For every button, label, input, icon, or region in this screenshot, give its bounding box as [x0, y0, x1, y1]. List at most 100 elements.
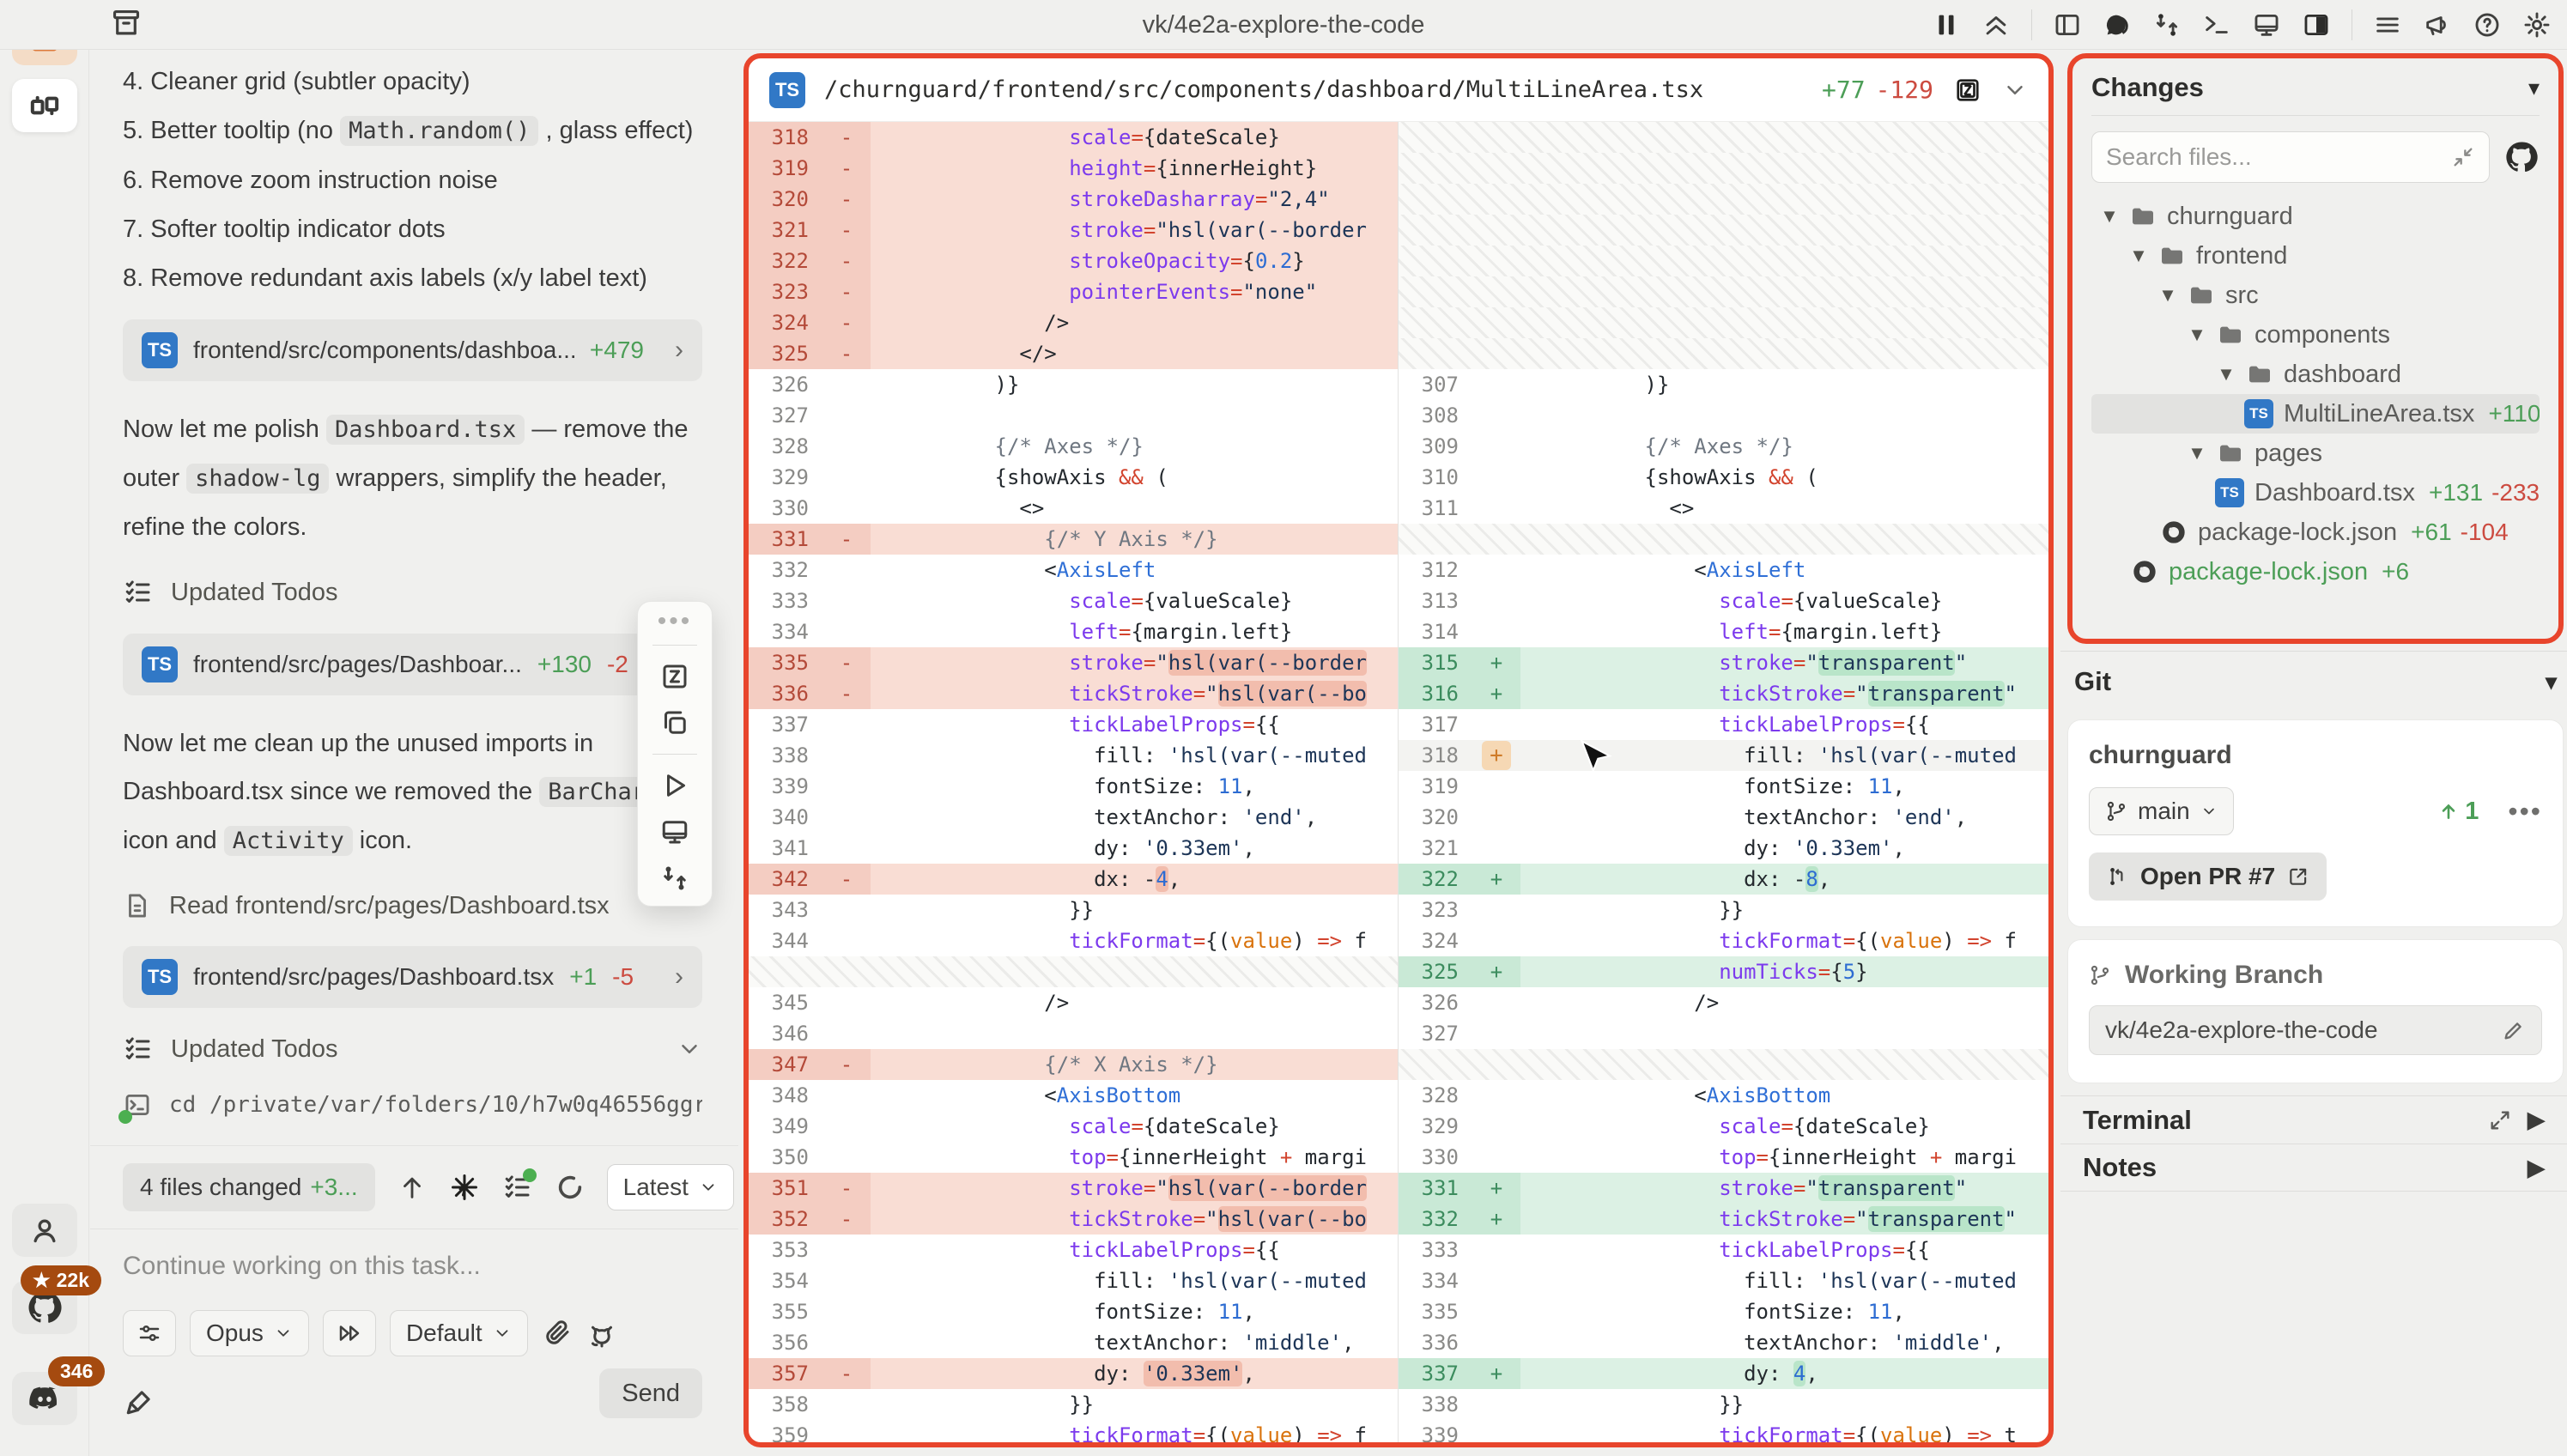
tool-call-row[interactable]: cd /private/var/folders/10/h7w0q46556ggr… — [123, 1090, 702, 1119]
composer-input[interactable] — [123, 1252, 702, 1281]
tree-folder-components[interactable]: ▼components — [2091, 315, 2540, 355]
monitor-icon[interactable] — [2252, 10, 2281, 39]
code-line: top={innerHeight + margi — [1520, 1142, 2048, 1173]
tree-caret-icon[interactable]: ▼ — [2184, 442, 2210, 464]
terminal-icon[interactable] — [2202, 10, 2231, 39]
collapse-chevron-icon[interactable] — [2002, 77, 2028, 103]
github-cat-icon[interactable] — [586, 1318, 617, 1349]
tool-call-row[interactable]: Updated Todos — [123, 577, 702, 608]
todo-list-item: 5. Better tooltip (no Math.random() , gl… — [123, 113, 702, 149]
pause-icon[interactable] — [1932, 10, 1961, 39]
help-icon[interactable] — [2473, 10, 2502, 39]
diff-new-row: 336 textAnchor: 'middle', — [1399, 1327, 2048, 1358]
code-line: }} — [871, 895, 1398, 925]
send-button[interactable]: Send — [599, 1368, 702, 1418]
search-files-input[interactable] — [2106, 143, 2451, 171]
more-options-icon[interactable]: ••• — [2508, 796, 2542, 828]
code-line: scale={dateScale} — [871, 122, 1398, 153]
github-cat-icon[interactable] — [2503, 139, 2540, 175]
file-change-chip[interactable]: TSfrontend/src/components/dashboa...+479… — [123, 319, 702, 381]
latest-dropdown[interactable]: Latest — [607, 1164, 734, 1210]
tool-call-row[interactable]: Updated Todos — [123, 1034, 702, 1065]
chat-bubble-icon[interactable] — [2103, 10, 2132, 39]
file-change-chip[interactable]: TSfrontend/src/pages/Dashboar...+130-2 — [123, 634, 702, 695]
edit-diff-icon[interactable] — [659, 661, 690, 692]
rail-item-board[interactable] — [12, 79, 77, 132]
files-changed-pill[interactable]: 4 files changed +3... — [123, 1163, 375, 1211]
expand-icon[interactable] — [2488, 1108, 2512, 1132]
line-number: 316 — [1399, 678, 1472, 709]
tool-call-row[interactable]: Read frontend/src/pages/Dashboard.tsx — [123, 891, 702, 920]
tree-folder-frontend[interactable]: ▼frontend — [2091, 236, 2540, 276]
collapse-all-icon[interactable] — [1981, 10, 2011, 39]
play-icon[interactable] — [659, 770, 690, 801]
tree-file-package-lock.json[interactable]: package-lock.json+61-104 — [2091, 513, 2540, 552]
line-number: 325 — [749, 338, 822, 369]
diff-old-row: 347- {/* X Axis */} — [749, 1049, 1398, 1080]
megaphone-icon[interactable] — [2423, 10, 2452, 39]
tree-folder-churnguard[interactable]: ▼churnguard — [2091, 197, 2540, 236]
copy-icon[interactable] — [659, 707, 690, 738]
tree-folder-dashboard[interactable]: ▼dashboard — [2091, 355, 2540, 394]
collapse-tree-icon[interactable] — [2451, 145, 2475, 169]
mode-dropdown[interactable]: Default — [390, 1310, 528, 1356]
drag-handle-dots[interactable]: ••• — [658, 614, 693, 629]
working-branch-input[interactable]: vk/4e2a-explore-the-code — [2089, 1005, 2542, 1055]
add-comment-button[interactable]: + — [1482, 741, 1511, 770]
panel-right-icon[interactable] — [2302, 10, 2331, 39]
tree-caret-icon[interactable]: ▼ — [2213, 363, 2239, 385]
line-number: 355 — [749, 1296, 822, 1327]
code-line: stroke="transparent" — [1520, 647, 2048, 678]
expand-chevron-icon[interactable]: ▶ — [2528, 1155, 2545, 1181]
tree-file-Dashboard.tsx[interactable]: TSDashboard.tsx+131-233 — [2091, 473, 2540, 513]
git-compare-icon[interactable] — [2152, 10, 2182, 39]
terminal-section-header[interactable]: Terminal ▶ — [2060, 1095, 2567, 1144]
tree-file-MultiLineArea.tsx[interactable]: TSMultiLineArea.tsx+110-162 — [2091, 394, 2540, 434]
mouse-cursor — [1580, 740, 1612, 778]
file-chip-name: frontend/src/pages/Dashboard.tsx — [193, 963, 554, 991]
panel-left-icon[interactable] — [2053, 10, 2082, 39]
edit-pencil-icon[interactable] — [2502, 1018, 2526, 1042]
diff-old-row: 353 tickLabelProps={{ — [749, 1235, 1398, 1265]
file-tree: ▼churnguard▼frontend▼src▼components▼dash… — [2091, 197, 2540, 592]
tree-caret-icon[interactable]: ▼ — [2097, 205, 2122, 228]
file-change-chip[interactable]: TSfrontend/src/pages/Dashboard.tsx+1-5› — [123, 946, 702, 1008]
diff-old-row: 328 {/* Axes */} — [749, 431, 1398, 462]
monitor-icon[interactable] — [659, 816, 690, 847]
expand-chevron-icon[interactable]: ▶ — [2528, 1107, 2545, 1133]
tree-folder-pages[interactable]: ▼pages — [2091, 434, 2540, 473]
diff-new-row: 314 left={margin.left} — [1399, 616, 2048, 647]
branch-dropdown[interactable]: main — [2089, 787, 2234, 835]
code-line: dy: '0.33em', — [1520, 833, 2048, 864]
tree-folder-src[interactable]: ▼src — [2091, 276, 2540, 315]
search-files-box[interactable] — [2091, 131, 2490, 183]
diff-new-row: 310 {showAxis && ( — [1399, 462, 2048, 493]
git-compare-icon[interactable] — [659, 863, 690, 894]
model-dropdown[interactable]: Opus — [190, 1310, 309, 1356]
github-stars-badge: ★22k — [21, 1265, 101, 1295]
tree-caret-icon[interactable]: ▼ — [2126, 245, 2151, 267]
tree-file-package-lock.json[interactable]: package-lock.json+6 — [2091, 552, 2540, 592]
line-number: 321 — [1399, 833, 1472, 864]
tree-caret-icon[interactable]: ▼ — [2155, 284, 2181, 306]
git-section-header[interactable]: Git ▾ — [2067, 658, 2564, 706]
menu-icon[interactable] — [2373, 10, 2402, 39]
chevron-down-icon[interactable] — [677, 1036, 702, 1062]
fast-forward-button[interactable] — [323, 1310, 376, 1356]
scroll-up-icon[interactable] — [397, 1173, 427, 1202]
notes-section-header[interactable]: Notes ▶ — [2060, 1144, 2567, 1192]
composer-settings-button[interactable] — [123, 1310, 176, 1356]
burst-icon[interactable] — [449, 1172, 480, 1203]
highlighter-pen-icon[interactable] — [123, 1386, 155, 1418]
tree-caret-icon[interactable]: ▼ — [2184, 324, 2210, 346]
running-dot — [118, 1110, 132, 1124]
open-pr-button[interactable]: Open PR #7 — [2089, 852, 2327, 901]
settings-gear-icon[interactable] — [2522, 10, 2552, 39]
diff-gap-row — [1399, 246, 2048, 276]
diff-view-icon[interactable] — [1952, 75, 1983, 106]
rail-user-button[interactable] — [12, 1204, 77, 1257]
collapse-triangle-icon[interactable]: ▾ — [2528, 75, 2540, 101]
line-number: 348 — [749, 1080, 822, 1111]
attach-paperclip-icon[interactable] — [542, 1318, 573, 1349]
todos-status-icon[interactable] — [502, 1172, 533, 1203]
